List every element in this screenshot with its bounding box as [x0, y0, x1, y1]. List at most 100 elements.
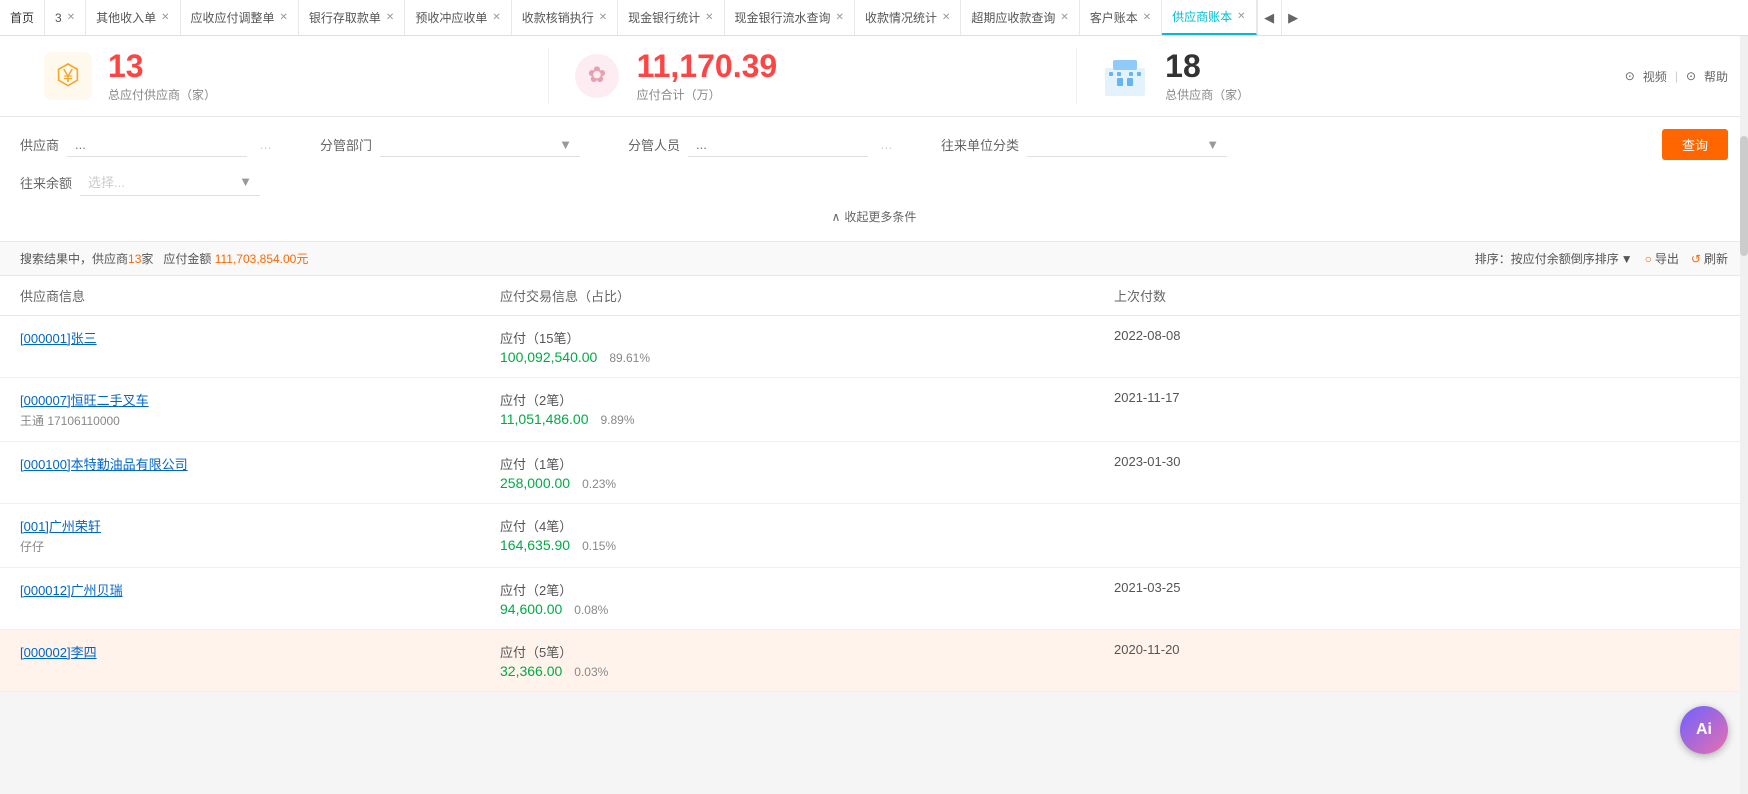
collapse-button[interactable]: ∧ 收起更多条件: [820, 204, 929, 229]
video-link[interactable]: 视频: [1643, 68, 1667, 85]
tab-other-income[interactable]: 其他收入单 ✕: [86, 0, 180, 35]
filter-row-2: 往来余额 选择... ▼: [20, 168, 1728, 196]
sort-button[interactable]: 排序：按应付余额倒序排序 ▼: [1475, 250, 1633, 267]
tx-percent: 0.23%: [582, 477, 616, 491]
dept-arrow-icon: ▼: [559, 137, 572, 152]
tx-percent: 0.08%: [574, 603, 608, 617]
tab-advance[interactable]: 预收冲应收单 ✕: [405, 0, 511, 35]
category-select[interactable]: ▼: [1027, 133, 1227, 157]
person-label: 分管人员: [628, 135, 680, 154]
person-expand-icon[interactable]: …: [880, 137, 893, 152]
nav-prev-arrow[interactable]: ◀: [1257, 0, 1281, 35]
sort-arrow-icon: ▼: [1621, 252, 1633, 266]
tab-cash-flow[interactable]: 现金银行流水查询 ✕: [725, 0, 855, 35]
supplier-link[interactable]: [000001]张三: [20, 328, 500, 347]
stat1-label: 总应付供应商（家）: [108, 86, 216, 103]
tx-info-cell: 应付（2笔） 94,600.00 0.08%: [500, 580, 1114, 617]
circle-icon: ⊙: [1625, 69, 1635, 83]
table-row: [001]广州荣轩 仔仔 应付（4笔） 164,635.90 0.15%: [0, 504, 1748, 568]
balance-placeholder: 选择...: [88, 172, 235, 191]
last-payment-cell: 2021-03-25: [1114, 580, 1728, 595]
balance-label: 往来余额: [20, 173, 72, 192]
result-supplier-count: 13: [128, 252, 141, 266]
supplier-expand-icon[interactable]: …: [259, 137, 272, 152]
supplier-link[interactable]: [000002]李四: [20, 642, 500, 661]
tx-amount[interactable]: 32,366.00: [500, 663, 562, 679]
close-tab-overdue[interactable]: ✕: [1060, 12, 1068, 23]
search-button[interactable]: 查询: [1662, 129, 1728, 160]
tx-amount[interactable]: 94,600.00: [500, 601, 562, 617]
ai-button[interactable]: Ai: [1680, 706, 1728, 754]
balance-arrow-icon: ▼: [239, 174, 252, 189]
tx-amount[interactable]: 100,092,540.00: [500, 349, 597, 365]
tx-percent: 0.03%: [574, 665, 608, 679]
supplier-info-cell: [000007]恒旺二手叉车 王通 17106110000: [20, 390, 500, 429]
supplier-info-cell: [000012]广州贝瑞: [20, 580, 500, 599]
refresh-icon: ↺: [1691, 252, 1701, 266]
scrollbar-thumb[interactable]: [1740, 136, 1748, 256]
supplier-link[interactable]: [001]广州荣轩: [20, 516, 500, 535]
tab-receipt-stat[interactable]: 收款情况统计 ✕: [855, 0, 961, 35]
stat3-number: 18: [1165, 50, 1249, 82]
tab-customer-ledger[interactable]: 客户账本 ✕: [1080, 0, 1162, 35]
person-input[interactable]: [688, 133, 868, 157]
tx-amount[interactable]: 11,051,486.00: [500, 411, 589, 427]
supplier-label: 供应商: [20, 135, 59, 154]
tx-amount[interactable]: 258,000.00: [500, 475, 570, 491]
last-payment-cell: 2022-08-08: [1114, 328, 1728, 343]
balance-select[interactable]: 选择... ▼: [80, 168, 260, 196]
close-tab-bank[interactable]: ✕: [386, 12, 394, 23]
stat-payable-suppliers: ⬡ ¥ 13 总应付供应商（家）: [20, 48, 549, 104]
tx-info-cell: 应付（2笔） 11,051,486.00 9.89%: [500, 390, 1114, 427]
result-bar: 搜索结果中，供应商13家 应付金额 111,703,854.00元 排序：按应付…: [0, 242, 1748, 276]
filter-person: 分管人员 …: [628, 133, 893, 157]
tab-bank[interactable]: 银行存取款单 ✕: [299, 0, 405, 35]
supplier-input[interactable]: [67, 133, 247, 157]
filter-row-1: 供应商 … 分管部门 ▼ 分管人员 … 往来单位分类 ▼ 查询: [20, 129, 1728, 160]
tx-percent: 0.15%: [582, 539, 616, 553]
col-supplier-info: 供应商信息: [20, 286, 500, 305]
tab-collection[interactable]: 收款核销执行 ✕: [512, 0, 618, 35]
close-tab-cash-stat[interactable]: ✕: [705, 12, 713, 23]
filter-balance: 往来余额 选择... ▼: [20, 168, 260, 196]
stat-total-suppliers: 18 总供应商（家）: [1077, 48, 1605, 104]
nav-next-arrow[interactable]: ▶: [1281, 0, 1305, 35]
stat1-number: 13: [108, 50, 216, 82]
tx-percent: 89.61%: [609, 351, 650, 365]
close-tab-customer-ledger[interactable]: ✕: [1143, 12, 1151, 23]
export-button[interactable]: ○ 导出: [1645, 250, 1679, 267]
supplier-link[interactable]: [000012]广州贝瑞: [20, 580, 500, 599]
tx-label: 应付（5笔）: [500, 642, 1114, 661]
supplier-sub: 仔仔: [20, 538, 500, 555]
tab-cash-stat[interactable]: 现金银行统计 ✕: [618, 0, 724, 35]
dept-select[interactable]: ▼: [380, 133, 580, 157]
close-tab-advance[interactable]: ✕: [492, 12, 500, 23]
tx-percent: 9.89%: [601, 413, 635, 427]
close-tab-collection[interactable]: ✕: [599, 12, 607, 23]
last-payment-cell: 2021-11-17: [1114, 390, 1728, 405]
close-tab-supplier-ledger[interactable]: ✕: [1237, 11, 1245, 22]
tab-3[interactable]: 3 ✕: [45, 0, 86, 35]
dept-label: 分管部门: [320, 135, 372, 154]
circle-icon2: ⊙: [1686, 69, 1696, 83]
close-tab-adjust[interactable]: ✕: [280, 12, 288, 23]
supplier-info-cell: [000002]李四: [20, 642, 500, 661]
tx-amount[interactable]: 164,635.90: [500, 537, 570, 553]
close-tab-cash-flow[interactable]: ✕: [836, 12, 844, 23]
close-tab-3[interactable]: ✕: [67, 12, 75, 23]
tab-supplier-ledger[interactable]: 供应商账本 ✕: [1162, 0, 1256, 35]
stat3-icon: [1097, 48, 1153, 104]
tab-home[interactable]: 首页: [0, 0, 45, 35]
tab-overdue[interactable]: 超期应收款查询 ✕: [961, 0, 1079, 35]
help-link[interactable]: 帮助: [1704, 68, 1728, 85]
refresh-button[interactable]: ↺ 刷新: [1691, 250, 1728, 267]
close-tab-receipt-stat[interactable]: ✕: [942, 12, 950, 23]
table-header: 供应商信息 应付交易信息（占比） 上次付数: [0, 276, 1748, 316]
supplier-link[interactable]: [000007]恒旺二手叉车: [20, 390, 500, 409]
tab-adjust[interactable]: 应收应付调整单 ✕: [181, 0, 299, 35]
stat-payable-total: ✿ 11,170.39 应付合计（万）: [549, 48, 1078, 104]
supplier-link[interactable]: [000100]本特勤油品有限公司: [20, 454, 500, 473]
tx-label: 应付（2笔）: [500, 390, 1114, 409]
table-row: [000002]李四 应付（5笔） 32,366.00 0.03% 2020-1…: [0, 630, 1748, 692]
close-tab-other-income[interactable]: ✕: [161, 12, 169, 23]
